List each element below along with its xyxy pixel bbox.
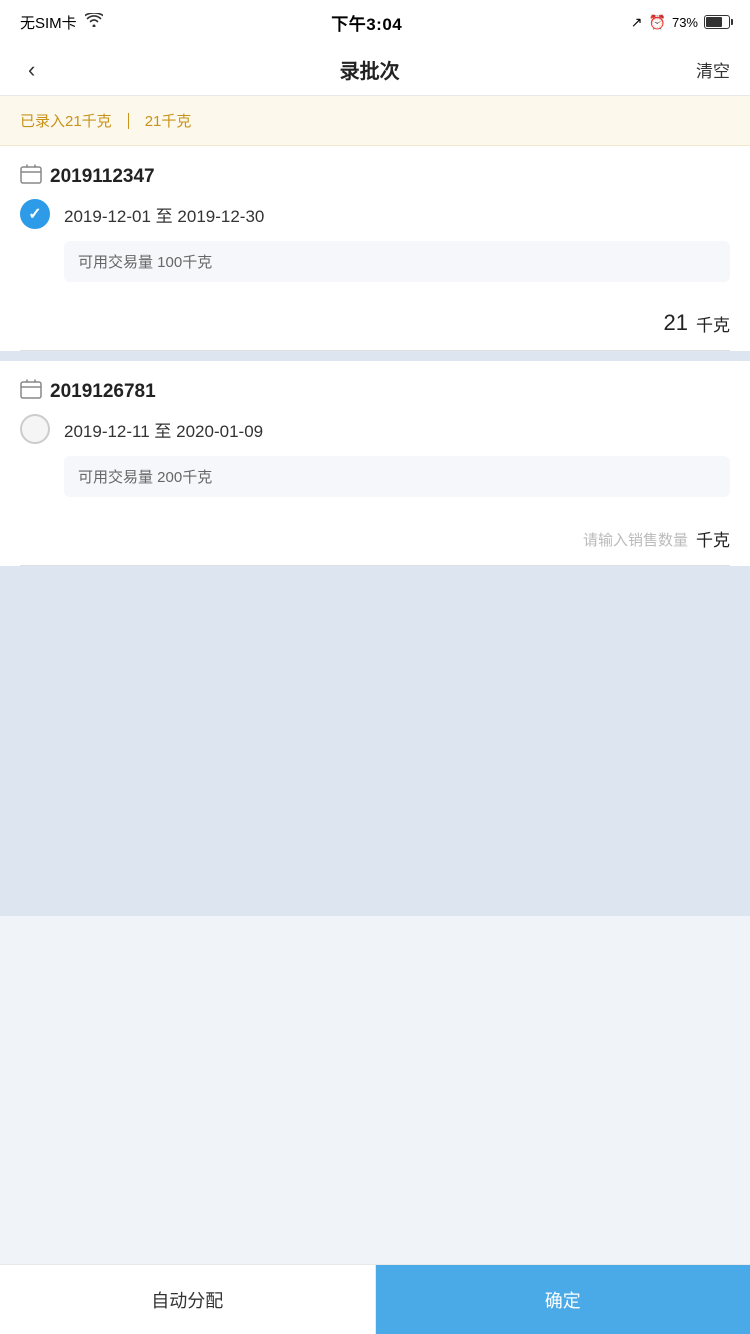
- status-left: 无SIM卡: [20, 12, 103, 33]
- recorded-amount: 已录入21千克: [20, 110, 112, 131]
- batch-1-amount-unit: 千克: [696, 311, 730, 336]
- status-bar: 无SIM卡 下午3:04 ↗ ⏰ 73%: [0, 0, 750, 44]
- batch-2-header: 2019126781: [20, 379, 730, 404]
- batch-card-1: 2019112347 2019-12-01 至 2019-12-30 可用交易量…: [0, 146, 750, 351]
- nav-bar: ‹ 录批次 清空: [0, 44, 750, 96]
- batch-2-date: 2019-12-11 至 2020-01-09: [64, 417, 263, 442]
- batch-2-radio[interactable]: [20, 414, 50, 444]
- batch-1-id: 2019112347: [50, 166, 155, 188]
- batch-2-icon: [20, 379, 42, 404]
- batch-2-amount-row[interactable]: 千克: [0, 513, 750, 565]
- batch-1-radio[interactable]: [20, 199, 50, 229]
- batch-1-amount-row: 21 千克: [0, 298, 750, 350]
- footer: 自动分配 确定: [0, 1264, 750, 1334]
- batch-2-amount-unit: 千克: [696, 526, 730, 551]
- alarm-icon: ⏰: [649, 14, 666, 31]
- batch-1-avail: 可用交易量 100千克: [64, 241, 730, 282]
- empty-area: [0, 566, 750, 916]
- wifi-icon: [85, 13, 103, 31]
- batch-2-quantity-input[interactable]: [488, 525, 688, 551]
- total-amount: 21千克: [145, 110, 192, 131]
- carrier-label: 无SIM卡: [20, 12, 77, 33]
- batch-1-header: 2019112347: [20, 164, 730, 189]
- batch-1-amount-value: 21: [664, 310, 688, 336]
- section-separator: [0, 351, 750, 361]
- auto-distribute-button[interactable]: 自动分配: [0, 1265, 376, 1334]
- page-title: 录批次: [340, 55, 400, 84]
- info-banner: 已录入21千克 21千克: [0, 96, 750, 146]
- status-right: ↗ ⏰ 73%: [631, 14, 730, 31]
- batch-card-2: 2019126781 2019-12-11 至 2020-01-09 可用交易量…: [0, 361, 750, 566]
- batch-2-selection-row[interactable]: 2019-12-11 至 2020-01-09: [20, 414, 730, 444]
- batch-2-id: 2019126781: [50, 381, 156, 403]
- confirm-button[interactable]: 确定: [376, 1265, 750, 1334]
- status-time: 下午3:04: [331, 10, 402, 35]
- batch-1-selection-row[interactable]: 2019-12-01 至 2019-12-30: [20, 199, 730, 229]
- batch-2-avail: 可用交易量 200千克: [64, 456, 730, 497]
- back-button[interactable]: ‹: [20, 53, 43, 87]
- banner-divider: [128, 113, 129, 129]
- batch-1-icon: [20, 164, 42, 189]
- location-icon: ↗: [631, 14, 643, 31]
- battery-icon: [704, 15, 730, 29]
- batch-1-date: 2019-12-01 至 2019-12-30: [64, 202, 264, 227]
- battery-percent: 73%: [672, 15, 698, 30]
- clear-button[interactable]: 清空: [696, 57, 730, 82]
